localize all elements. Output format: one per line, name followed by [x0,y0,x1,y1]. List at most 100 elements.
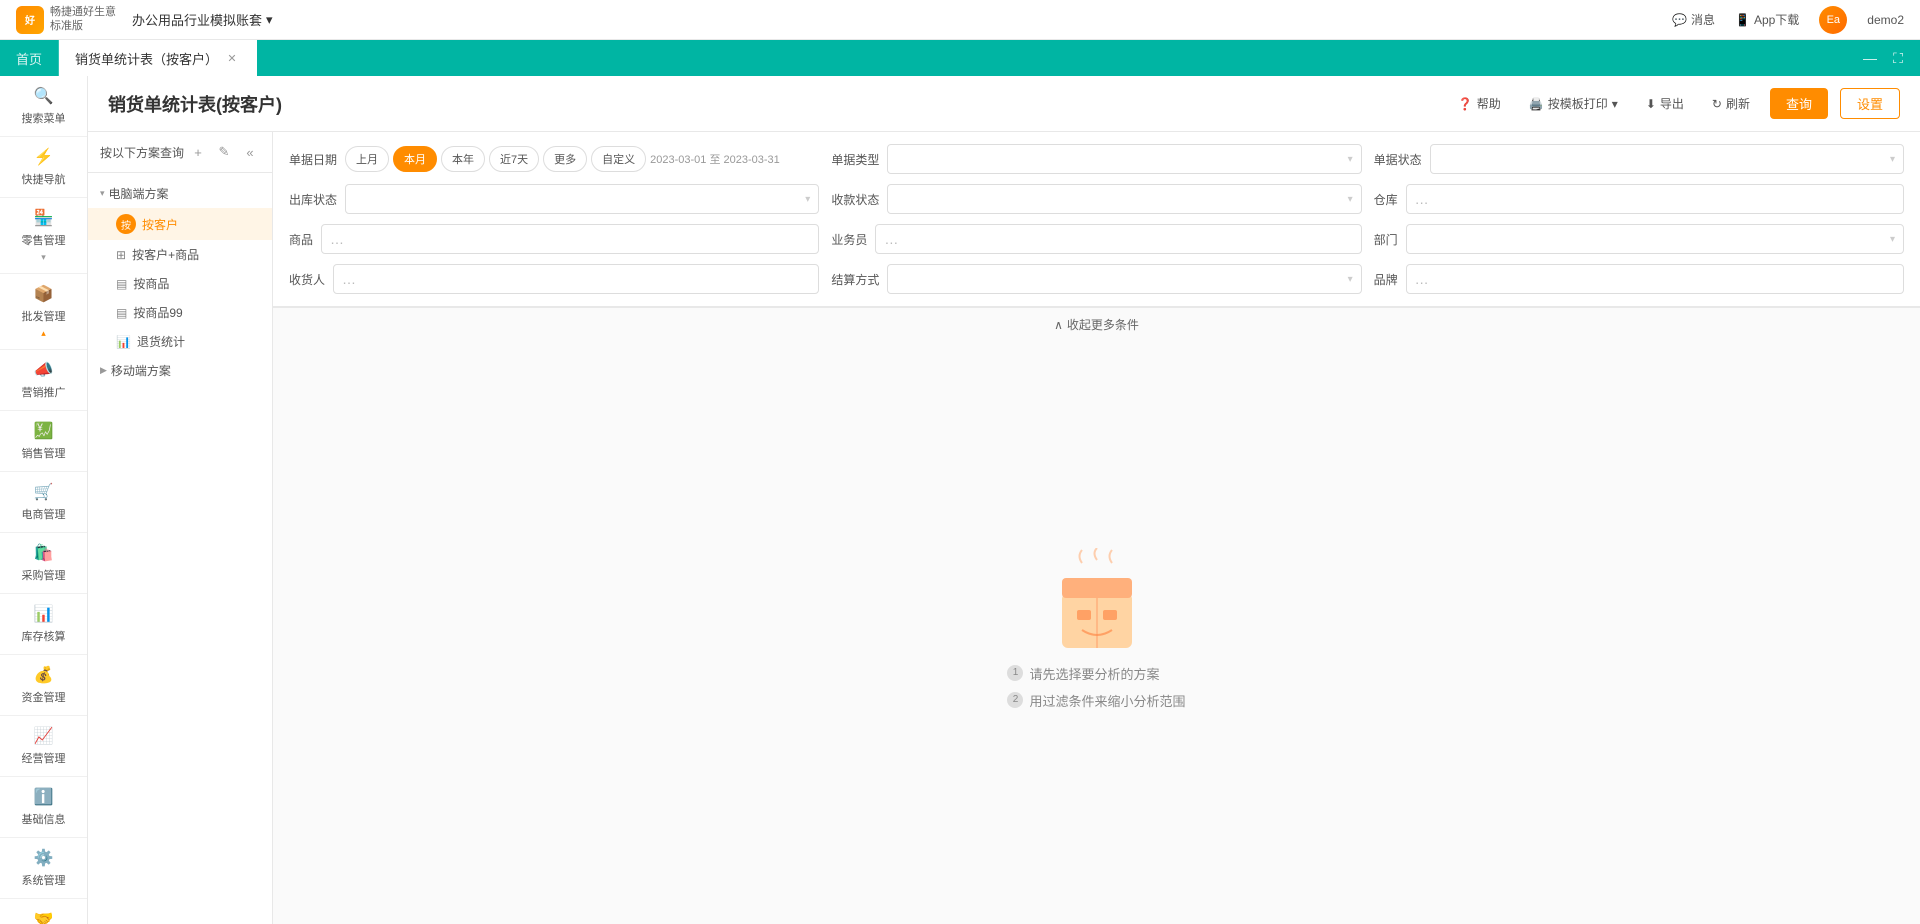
recipient-control[interactable]: … [333,264,819,294]
sidebar-item-marketing[interactable]: 📣 营销推广 [0,350,87,411]
brand-control[interactable]: … [1406,264,1904,294]
export-button[interactable]: ⬇ 导出 [1638,91,1692,116]
payment-status-control[interactable]: ▾ [887,184,1361,214]
main-layout: 🔍 搜索菜单 ⚡ 快捷导航 🏪 零售管理 ▾ 📦 批发管理 ▴ 📣 营销推广 💹… [0,76,1920,924]
mobile-group-label: 移动端方案 [111,362,171,379]
by-product-99-label: 按商品99 [133,304,182,321]
content-area: 销货单统计表(按客户) ❓ 帮助 🖨️ 按模板打印 ▾ ⬇ 导出 ↻ 刷新 [88,76,1920,924]
filter-brand: 品牌 … [1374,264,1904,294]
tab-sales-stats[interactable]: 销货单统计表（按客户） ✕ [59,40,257,76]
status-dropdown-icon: ▾ [1890,154,1895,165]
filter-salesperson: 业务员 … [831,224,1361,254]
sidebar-item-purchase-label: 采购管理 [22,567,66,583]
sidebar-item-quick-nav[interactable]: ⚡ 快捷导航 [0,137,87,198]
type-label: 单据类型 [831,151,879,168]
warehouse-control[interactable]: … [1406,184,1904,214]
refresh-button[interactable]: ↻ 刷新 [1704,91,1758,116]
date-this-year[interactable]: 本年 [441,146,485,172]
status-control[interactable]: ▾ [1430,144,1904,174]
filter-out-status: 出库状态 ▾ [289,184,819,214]
date-last-month[interactable]: 上月 [345,146,389,172]
app-selector[interactable]: 办公用品行业模拟账套 ▾ [124,6,281,33]
department-control[interactable]: ▾ [1406,224,1904,254]
marketing-icon: 📣 [34,360,54,380]
settlement-control[interactable]: ▾ [887,264,1361,294]
sidebar-item-search-label: 搜索菜单 [22,110,66,126]
page-header-actions: ❓ 帮助 🖨️ 按模板打印 ▾ ⬇ 导出 ↻ 刷新 查询 设置 [1450,88,1900,131]
sidebar: 🔍 搜索菜单 ⚡ 快捷导航 🏪 零售管理 ▾ 📦 批发管理 ▴ 📣 营销推广 💹… [0,76,88,924]
sidebar-item-basic-info[interactable]: ℹ️ 基础信息 [0,777,87,838]
tree-item-by-product-99[interactable]: ▤ 按商品99 [88,298,272,327]
brand-dots: … [1415,271,1429,287]
return-stats-label: 退货统计 [137,333,185,350]
tab-bar: 首页 销货单统计表（按客户） ✕ — ⛶ [0,40,1920,76]
tab-minimize-button[interactable]: — [1860,48,1880,68]
tree-item-return-stats[interactable]: 📊 退货统计 [88,327,272,356]
tab-maximize-button[interactable]: ⛶ [1888,48,1908,68]
sidebar-item-purchase[interactable]: 🛍️ 采购管理 [0,533,87,594]
by-product-icon: ▤ [116,277,127,291]
type-control[interactable]: ▾ [887,144,1361,174]
right-panel: 单据日期 上月 本月 本年 近7天 更多 自定义 2023-03-01 至 20… [273,132,1920,924]
tab-close-icon[interactable]: ✕ [224,50,240,66]
collapse-more-bar[interactable]: ∧ 收起更多条件 [273,307,1920,341]
filter-date: 单据日期 上月 本月 本年 近7天 更多 自定义 2023-03-01 至 20… [289,146,819,172]
sidebar-item-system[interactable]: ⚙️ 系统管理 [0,838,87,899]
help-button[interactable]: ❓ 帮助 [1450,91,1509,116]
user-avatar[interactable]: Ea [1819,6,1847,34]
filter-row-3: 商品 … 业务员 … 部门 [289,224,1904,254]
out-status-dropdown: ▾ [805,194,810,205]
date-custom[interactable]: 自定义 [591,146,646,172]
filter-department: 部门 ▾ [1374,224,1904,254]
sidebar-item-inventory[interactable]: 📊 库存核算 [0,594,87,655]
sidebar-item-retail[interactable]: 🏪 零售管理 ▾ [0,198,87,274]
sidebar-item-finance[interactable]: 💰 资金管理 [0,655,87,716]
sidebar-item-enterprise[interactable]: 🤝 企业协同 [0,899,87,924]
tree-item-by-customer[interactable]: 按 按客户 [88,208,272,240]
empty-state: 1 请先选择要分析的方案 2 用过滤条件来缩小分析范围 [273,341,1920,924]
tree-item-by-product[interactable]: ▤ 按商品 [88,269,272,298]
tree-group-mobile[interactable]: ▶ 移动端方案 [88,356,272,385]
tab-bar-actions: — ⛶ [1848,40,1920,76]
sidebar-item-search-menu[interactable]: 🔍 搜索菜单 [0,76,87,137]
print-icon: 🖨️ [1529,97,1544,111]
sidebar-item-ecommerce[interactable]: 🛒 电商管理 [0,472,87,533]
date-7days[interactable]: 近7天 [489,146,539,172]
settings-button[interactable]: 设置 [1840,88,1900,119]
department-dropdown: ▾ [1890,234,1895,245]
recipient-label: 收货人 [289,271,325,288]
salesperson-control[interactable]: … [875,224,1361,254]
user-name[interactable]: demo2 [1867,13,1904,27]
message-button[interactable]: 💬 消息 [1672,11,1715,28]
scheme-panel-icons: + ✎ « [188,142,260,162]
tree-group-desktop[interactable]: ▾ 电脑端方案 [88,179,272,208]
scheme-collapse-button[interactable]: « [240,142,260,162]
operations-icon: 📈 [34,726,54,746]
product-dots: … [330,231,344,247]
payment-dropdown: ▾ [1348,194,1353,205]
desktop-group-label: 电脑端方案 [109,185,169,202]
sidebar-item-operations[interactable]: 📈 经营管理 [0,716,87,777]
wholesale-expand-arrow: ▴ [41,328,46,339]
brand-label: 品牌 [1374,271,1398,288]
product-control[interactable]: … [321,224,819,254]
date-this-month[interactable]: 本月 [393,146,437,172]
scheme-tree: ▾ 电脑端方案 按 按客户 ⊞ 按客户+商品 ▤ 按商品 [88,173,272,391]
scheme-add-button[interactable]: + [188,142,208,162]
inventory-icon: 📊 [34,604,54,624]
settlement-label: 结算方式 [831,271,879,288]
filter-recipient: 收货人 … [289,264,819,294]
date-more[interactable]: 更多 [543,146,587,172]
print-dropdown-icon: ▾ [1612,97,1618,111]
tree-item-by-customer-product[interactable]: ⊞ 按客户+商品 [88,240,272,269]
scheme-edit-button[interactable]: ✎ [214,142,234,162]
sidebar-item-wholesale[interactable]: 📦 批发管理 ▴ [0,274,87,350]
filter-product: 商品 … [289,224,819,254]
download-icon: 📱 [1735,13,1750,27]
app-download-button[interactable]: 📱 App下载 [1735,11,1799,28]
out-status-control[interactable]: ▾ [345,184,819,214]
print-button[interactable]: 🖨️ 按模板打印 ▾ [1521,91,1626,116]
query-button[interactable]: 查询 [1770,88,1828,119]
tab-home[interactable]: 首页 [0,40,59,76]
sidebar-item-sales[interactable]: 💹 销售管理 [0,411,87,472]
